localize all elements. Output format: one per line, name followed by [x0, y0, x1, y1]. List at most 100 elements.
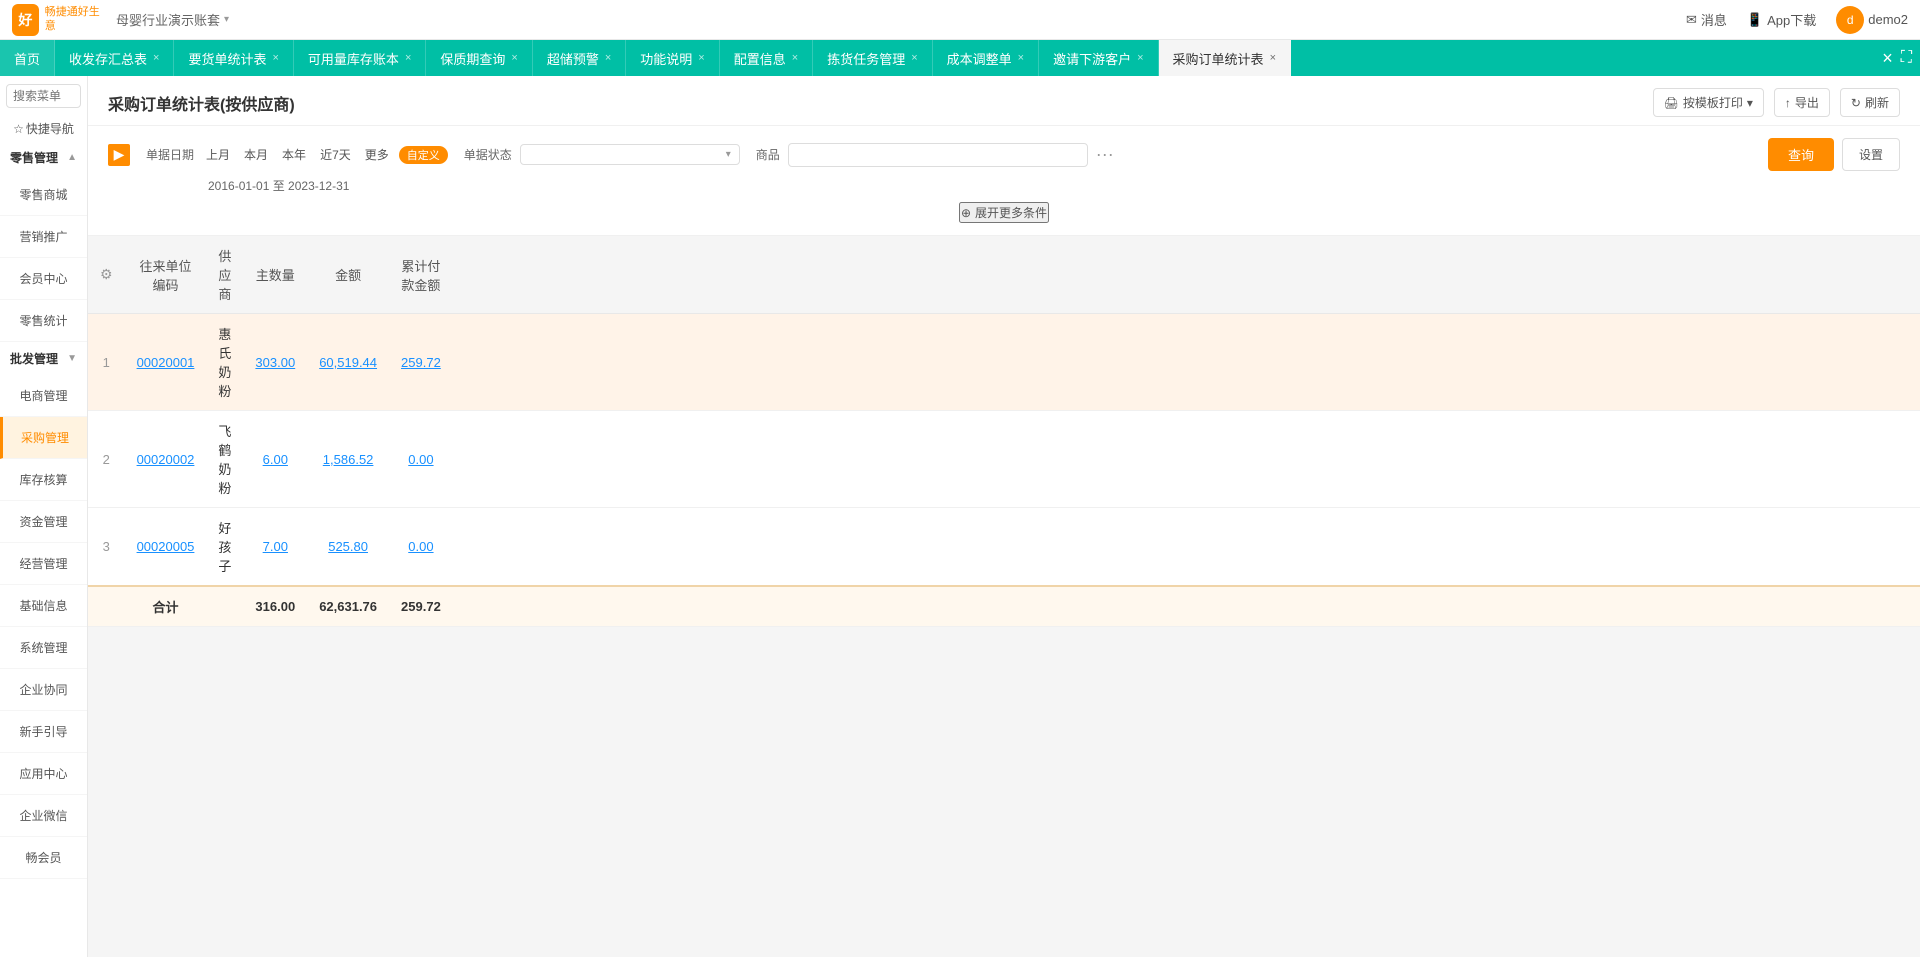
tab-peizhixinxi[interactable]: 配置信息 × — [720, 40, 813, 76]
row-unit-code[interactable]: 00020002 — [125, 411, 207, 508]
nav-maximize-icon[interactable]: ⛶ — [1901, 49, 1912, 67]
row-paid-amount[interactable]: 259.72 — [389, 314, 453, 411]
row-supplier: 飞鹤奶粉 — [206, 411, 243, 508]
org-selector[interactable]: 母婴行业演示账套 ▾ — [116, 10, 229, 29]
tab-close-icon[interactable]: × — [911, 52, 917, 64]
sidebar-item-marketing[interactable]: 营销推广 — [0, 216, 87, 258]
custom-date-badge[interactable]: 自定义 — [399, 146, 448, 164]
sidebar-item-member[interactable]: 畅会员 — [0, 837, 87, 879]
page-title: 采购订单统计表(按供应商) — [108, 91, 295, 115]
table-row: 1 00020001 惠氏奶粉 303.00 60,519.44 259.72 — [88, 314, 1920, 411]
summary-empty1 — [88, 586, 125, 627]
sidebar-item-finance[interactable]: 资金管理 — [0, 501, 87, 543]
tab-close-icon[interactable]: × — [1018, 52, 1024, 64]
sidebar-item-appcenter[interactable]: 应用中心 — [0, 753, 87, 795]
tab-close-icon[interactable]: × — [792, 52, 798, 64]
row-paid-amount[interactable]: 0.00 — [389, 508, 453, 587]
tab-close-icon[interactable]: × — [272, 52, 278, 64]
tab-caigou-active[interactable]: 采购订单统计表 × — [1159, 40, 1291, 76]
message-icon: ✉ — [1686, 12, 1697, 28]
tab-yaohuo[interactable]: 要货单统计表 × — [174, 40, 293, 76]
filter-area: ▶ 单据日期 上月 本月 本年 近7天 更多 自定义 — [88, 126, 1920, 236]
status-select[interactable]: ▾ — [520, 144, 740, 165]
toggle-col-button[interactable]: ▶ — [108, 144, 130, 166]
expand-more-area: ⊕ 展开更多条件 — [108, 202, 1900, 223]
date-shortcuts: 上月 本月 本年 近7天 更多 自定义 — [202, 144, 448, 165]
row-amount[interactable]: 60,519.44 — [307, 314, 389, 411]
tab-gongneng[interactable]: 功能说明 × — [626, 40, 719, 76]
tab-home[interactable]: 首页 — [0, 40, 55, 76]
row-unit-code[interactable]: 00020001 — [125, 314, 207, 411]
summary-label: 合计 — [125, 586, 207, 627]
sidebar-item-retail-stats[interactable]: 零售统计 — [0, 300, 87, 342]
col-supplier: 供应商 — [206, 236, 243, 314]
tab-jianhuo[interactable]: 拣货任务管理 × — [813, 40, 932, 76]
app-download-button[interactable]: 📱 App下载 — [1747, 10, 1816, 29]
goods-input[interactable] — [788, 143, 1088, 167]
sidebar-item-wholesale[interactable]: 批发管理 ▼ — [0, 342, 87, 375]
table-gear-icon[interactable]: ⚙ — [100, 266, 113, 282]
row-quantity[interactable]: 6.00 — [243, 411, 307, 508]
query-button[interactable]: 查询 — [1768, 138, 1834, 171]
tab-close-icon[interactable]: × — [511, 52, 517, 64]
sidebar-item-newguide[interactable]: 新手引导 — [0, 711, 87, 753]
row-quantity[interactable]: 7.00 — [243, 508, 307, 587]
row-quantity[interactable]: 303.00 — [243, 314, 307, 411]
row-paid-amount[interactable]: 0.00 — [389, 411, 453, 508]
sidebar-item-system[interactable]: 系统管理 — [0, 627, 87, 669]
shortcut-last-month[interactable]: 上月 — [202, 144, 234, 165]
tab-close-icon[interactable]: × — [405, 52, 411, 64]
summary-amount: 62,631.76 — [307, 586, 389, 627]
date-filter-group: 单据日期 上月 本月 本年 近7天 更多 自定义 — [146, 144, 448, 165]
top-right-actions: ✉ 消息 📱 App下载 d demo2 — [1686, 6, 1908, 34]
filter-settings-button[interactable]: 设置 — [1842, 138, 1900, 171]
shortcut-this-year[interactable]: 本年 — [278, 144, 310, 165]
row-amount[interactable]: 525.80 — [307, 508, 389, 587]
sidebar-item-purchase[interactable]: 采购管理 — [0, 417, 87, 459]
col-unit-code: 往来单位编码 — [125, 236, 207, 314]
sidebar-item-ecommerce[interactable]: 电商管理 — [0, 375, 87, 417]
expand-icon: ⊕ — [961, 206, 971, 220]
refresh-button[interactable]: ↻ 刷新 — [1840, 88, 1900, 117]
message-button[interactable]: ✉ 消息 — [1686, 10, 1727, 29]
sidebar-item-enterprise-wechat[interactable]: 企业微信 — [0, 795, 87, 837]
template-print-button[interactable]: 🖨 按模板打印 ▾ — [1653, 88, 1764, 117]
user-menu[interactable]: d demo2 — [1836, 6, 1908, 34]
sidebar-item-basicinfo[interactable]: 基础信息 — [0, 585, 87, 627]
tab-close-icon[interactable]: × — [605, 52, 611, 64]
tab-keyongliang[interactable]: 可用量库存账本 × — [294, 40, 426, 76]
shortcut-more[interactable]: 更多 — [361, 144, 393, 165]
page-header-actions: 🖨 按模板打印 ▾ ↑ 导出 ↻ 刷新 — [1653, 88, 1900, 117]
sidebar-item-collab[interactable]: 企业协同 — [0, 669, 87, 711]
expand-more-button[interactable]: ⊕ 展开更多条件 — [959, 202, 1049, 223]
sidebar-item-members[interactable]: 会员中心 — [0, 258, 87, 300]
table-body: 1 00020001 惠氏奶粉 303.00 60,519.44 259.72 … — [88, 314, 1920, 587]
row-amount[interactable]: 1,586.52 — [307, 411, 389, 508]
shortcut-this-month[interactable]: 本月 — [240, 144, 272, 165]
tab-close-icon[interactable]: × — [1137, 52, 1143, 64]
tab-yaoqing[interactable]: 邀请下游客户 × — [1039, 40, 1158, 76]
filter-right-actions: 查询 设置 — [1768, 138, 1900, 171]
tab-close-icon[interactable]: × — [698, 52, 704, 64]
sidebar-item-operations[interactable]: 经营管理 — [0, 543, 87, 585]
tab-chaochu[interactable]: 超储预警 × — [533, 40, 626, 76]
nav-close-icon[interactable]: × — [1882, 48, 1893, 69]
sidebar-item-retail-management[interactable]: 零售管理 ▲ — [0, 141, 87, 174]
shortcut-7days[interactable]: 近7天 — [316, 144, 355, 165]
tab-close-icon[interactable]: × — [153, 52, 159, 64]
tab-chengben[interactable]: 成本调整单 × — [933, 40, 1039, 76]
tab-baozhi[interactable]: 保质期查询 × — [426, 40, 532, 76]
sidebar-nav-item[interactable]: ☆ 快捷导航 — [0, 116, 87, 141]
tab-close-icon[interactable]: × — [1270, 52, 1276, 64]
avatar: d — [1836, 6, 1864, 34]
search-input[interactable] — [6, 84, 81, 108]
goods-filter-label: 商品 — [756, 146, 780, 163]
goods-more-icon[interactable]: ··· — [1096, 144, 1114, 165]
sidebar-item-inventory[interactable]: 库存核算 — [0, 459, 87, 501]
row-unit-code[interactable]: 00020005 — [125, 508, 207, 587]
tab-shoufacun[interactable]: 收发存汇总表 × — [55, 40, 174, 76]
sidebar-item-retail-mall[interactable]: 零售商城 — [0, 174, 87, 216]
export-button[interactable]: ↑ 导出 — [1774, 88, 1830, 117]
summary-empty2 — [206, 586, 243, 627]
row-extra — [453, 508, 1920, 587]
